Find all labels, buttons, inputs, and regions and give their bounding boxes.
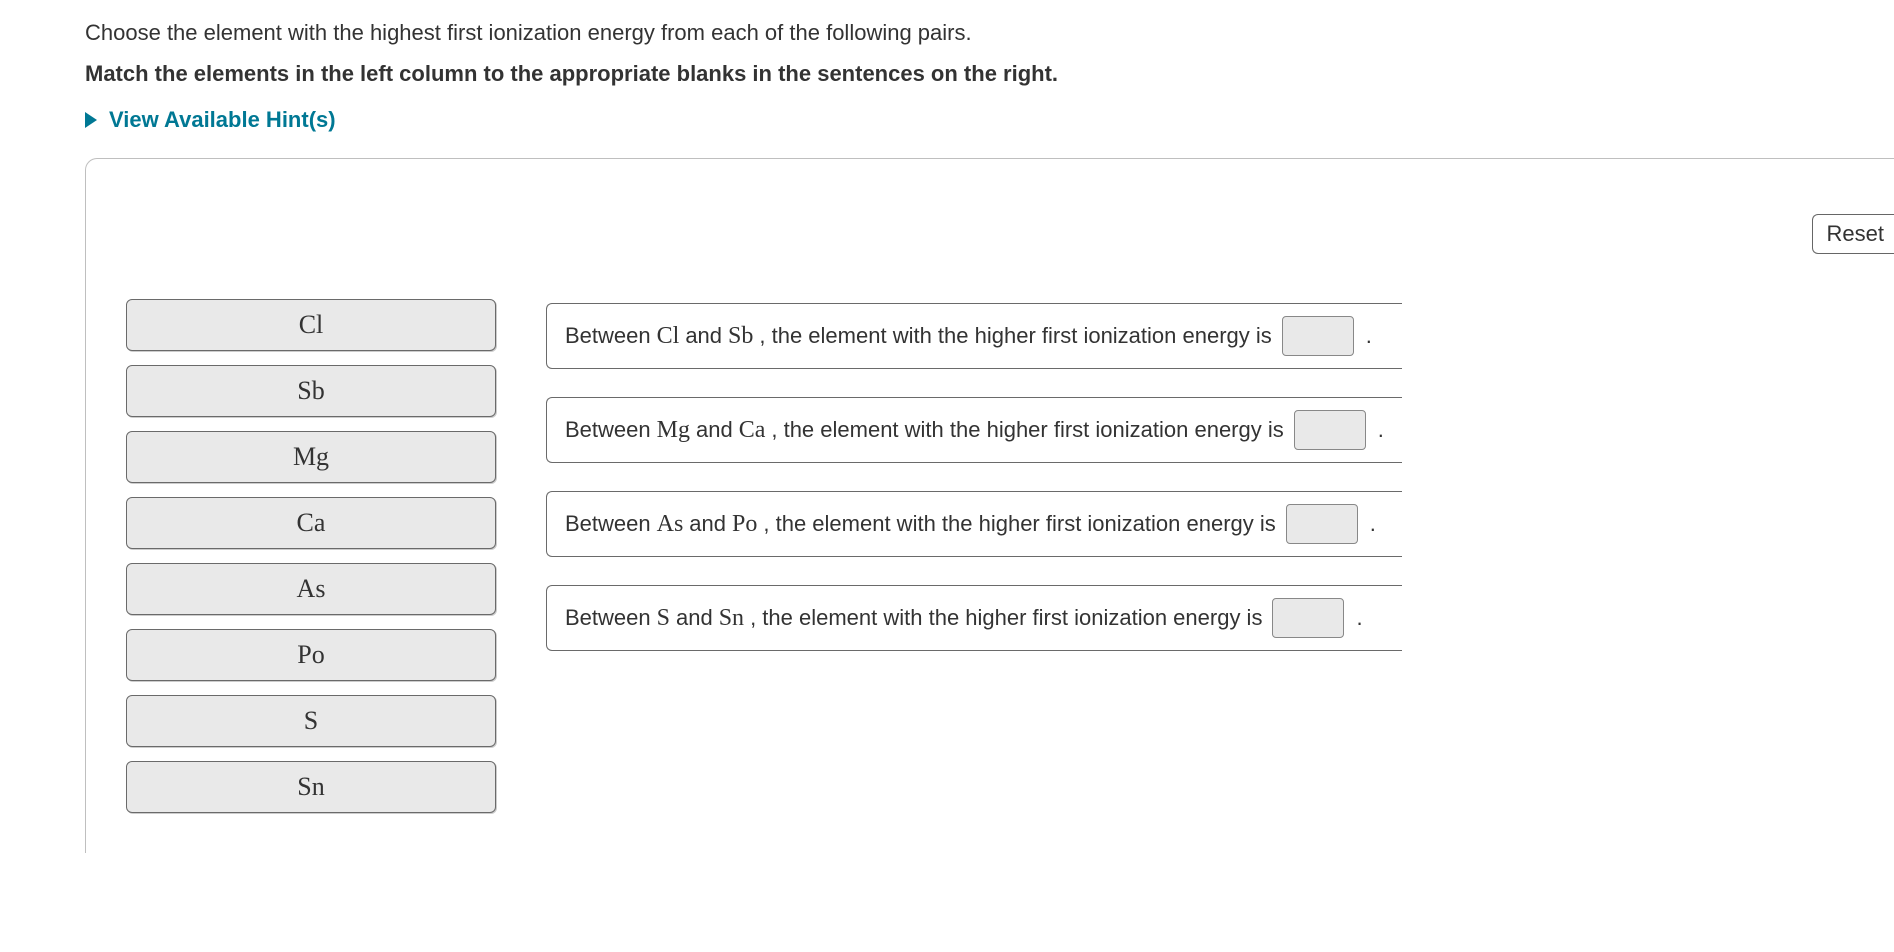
sentence-row: Between As and Po , the element with the… <box>546 491 1402 557</box>
sentence-tail: , the element with the higher first ioni… <box>763 511 1275 537</box>
question-text: Choose the element with the highest firs… <box>85 20 1894 46</box>
view-hints-toggle[interactable]: View Available Hint(s) <box>85 107 336 133</box>
drop-slot[interactable] <box>1286 504 1358 544</box>
element-symbol: Po <box>732 511 757 538</box>
instruction-text: Match the elements in the left column to… <box>85 61 1894 87</box>
sentence-period: . <box>1366 323 1372 349</box>
drag-tile[interactable]: S <box>126 695 496 747</box>
drop-slot[interactable] <box>1294 410 1366 450</box>
sentence-prefix: Between <box>565 323 651 349</box>
sentence-mid: and <box>696 417 733 443</box>
drag-tile[interactable]: Po <box>126 629 496 681</box>
sentence-row: Between S and Sn , the element with the … <box>546 585 1402 651</box>
sentence-period: . <box>1356 605 1362 631</box>
sentence-mid: and <box>676 605 713 631</box>
chevron-right-icon <box>85 112 97 128</box>
hints-label: View Available Hint(s) <box>109 107 336 133</box>
sentence-prefix: Between <box>565 605 651 631</box>
drag-tile[interactable]: Sb <box>126 365 496 417</box>
sentence-period: . <box>1378 417 1384 443</box>
sentence-column: Between Cl and Sb , the element with the… <box>546 303 1402 813</box>
drag-tile[interactable]: Sn <box>126 761 496 813</box>
drop-slot[interactable] <box>1282 316 1354 356</box>
element-symbol: Cl <box>657 323 680 350</box>
drag-tile[interactable]: Mg <box>126 431 496 483</box>
drag-tile[interactable]: Cl <box>126 299 496 351</box>
sentence-tail: , the element with the higher first ioni… <box>759 323 1271 349</box>
element-symbol: As <box>657 511 684 538</box>
drag-tile[interactable]: As <box>126 563 496 615</box>
reset-button[interactable]: Reset <box>1812 214 1894 254</box>
sentence-mid: and <box>689 511 726 537</box>
drag-tile[interactable]: Ca <box>126 497 496 549</box>
sentence-prefix: Between <box>565 511 651 537</box>
sentence-period: . <box>1370 511 1376 537</box>
sentence-row: Between Cl and Sb , the element with the… <box>546 303 1402 369</box>
sentence-prefix: Between <box>565 417 651 443</box>
drop-slot[interactable] <box>1272 598 1344 638</box>
element-symbol: Ca <box>739 417 766 444</box>
element-symbol: S <box>657 605 670 632</box>
element-symbol: Sb <box>728 323 753 350</box>
sentence-row: Between Mg and Ca , the element with the… <box>546 397 1402 463</box>
sentence-tail: , the element with the higher first ioni… <box>771 417 1283 443</box>
matching-work-area: Reset Cl Sb Mg Ca As Po S Sn Between Cl … <box>85 158 1894 853</box>
element-symbol: Mg <box>657 417 690 444</box>
sentence-tail: , the element with the higher first ioni… <box>750 605 1262 631</box>
sentence-mid: and <box>685 323 722 349</box>
element-symbol: Sn <box>719 605 744 632</box>
drag-tiles-column: Cl Sb Mg Ca As Po S Sn <box>126 299 496 813</box>
